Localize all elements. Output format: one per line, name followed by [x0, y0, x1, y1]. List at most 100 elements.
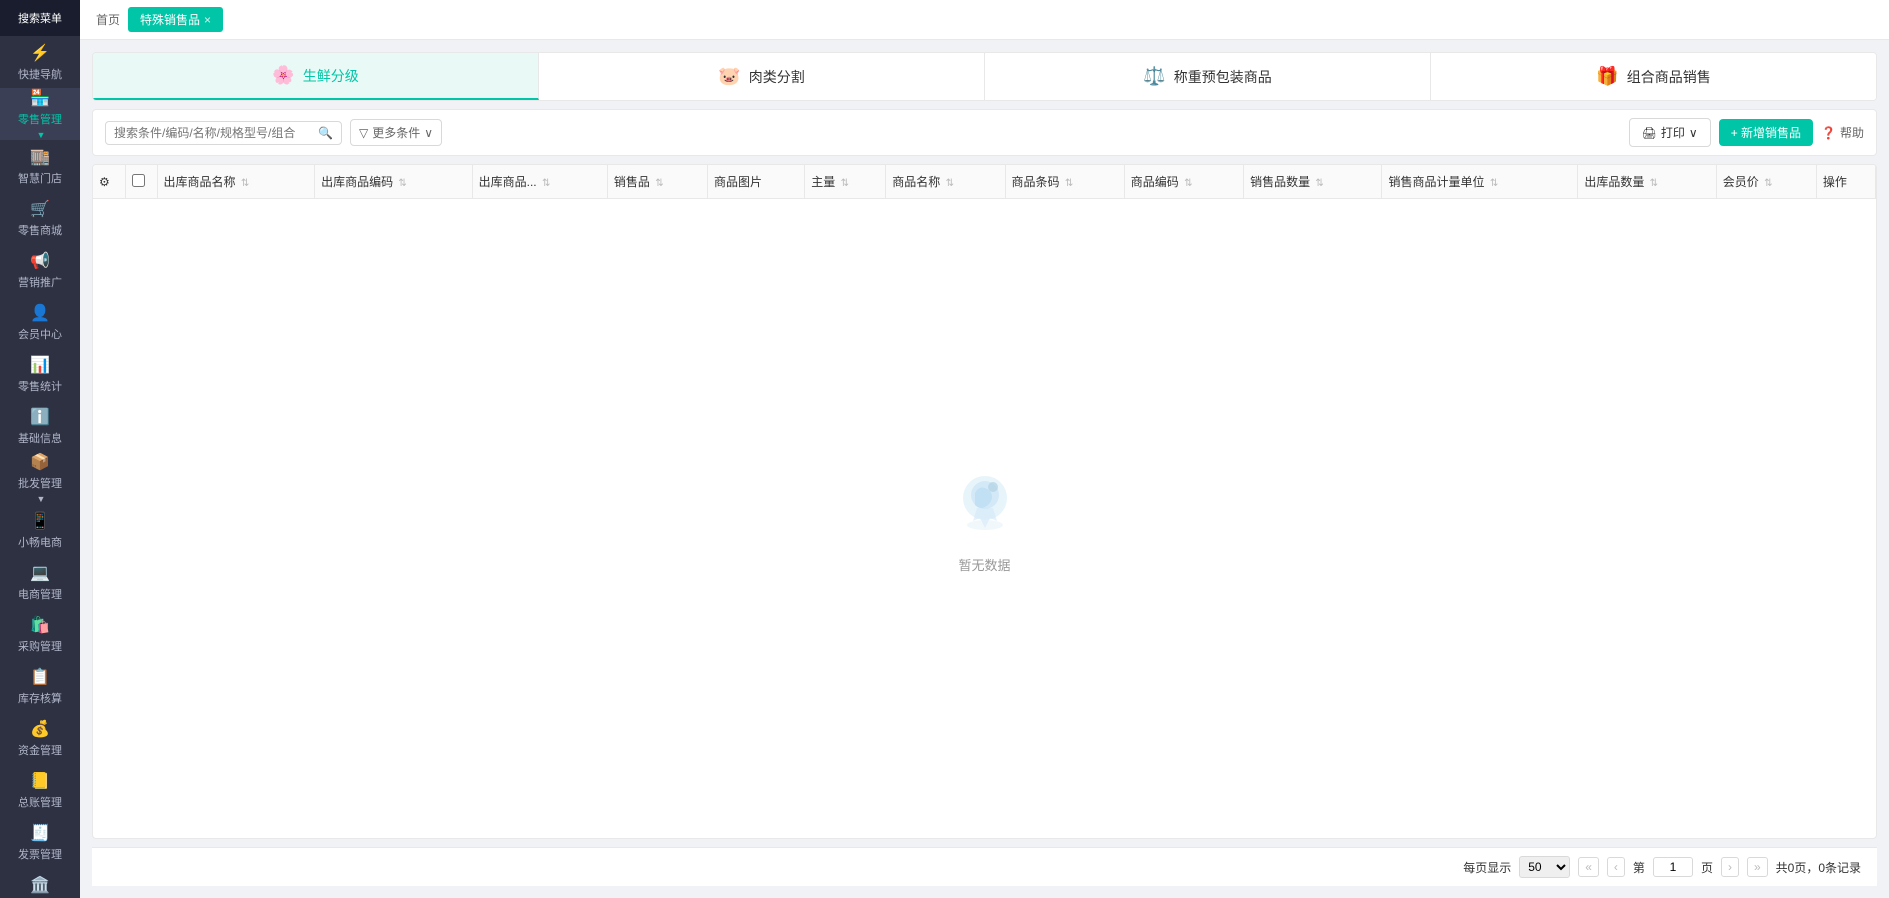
print-icon: 🖨 [1642, 126, 1657, 140]
last-page-icon: » [1754, 860, 1761, 874]
col-goods-image[interactable]: 商品图片 [707, 165, 804, 199]
tab-weigh-pack[interactable]: ⚖️ 称重预包装商品 [985, 53, 1431, 100]
sidebar-label-ecom-mgmt: 电商管理 [18, 586, 62, 602]
first-page-button[interactable]: « [1578, 857, 1599, 877]
page-label: 第 [1633, 859, 1645, 876]
active-tab[interactable]: 特殊销售品 × [128, 7, 223, 32]
sidebar-item-sales-promo[interactable]: 📢 营销推广 [0, 244, 80, 296]
search-icon[interactable]: 🔍 [318, 126, 333, 140]
toolbar-right: 🖨 打印 ∨ + 新增销售品 ❓ 帮助 [1629, 118, 1864, 147]
next-page-icon: › [1728, 860, 1732, 874]
sidebar-label-wholesale-mgmt: 批发管理 [18, 475, 62, 491]
sort-icon: ⇅ [1315, 178, 1323, 189]
sidebar-label-basic-info: 基础信息 [18, 430, 62, 446]
filter-icon: ▽ [359, 126, 368, 140]
col-out-goods-code[interactable]: 出库商品编码 ⇅ [315, 165, 473, 199]
col-main-weight[interactable]: 主量 ⇅ [805, 165, 886, 199]
weigh-pack-label: 称重预包装商品 [1174, 67, 1272, 87]
tab-meat-cut[interactable]: 🐷 肉类分割 [539, 53, 985, 100]
col-action: 操作 [1816, 165, 1875, 199]
col-settings[interactable]: ⚙ [93, 165, 125, 199]
col-out-goods-name[interactable]: 出库商品名称 ⇅ [157, 165, 315, 199]
sidebar-label-retail-stats: 零售统计 [18, 378, 62, 394]
next-page-button[interactable]: › [1721, 857, 1739, 877]
home-breadcrumb[interactable]: 首页 [96, 11, 120, 28]
sidebar-item-ecom-mgmt[interactable]: 💻 电商管理 [0, 556, 80, 608]
print-label: 打印 [1661, 124, 1685, 141]
prev-page-icon: ‹ [1614, 860, 1618, 874]
sidebar-item-retail-mall[interactable]: 🛒 零售商城 [0, 192, 80, 244]
fresh-grade-icon: 🌸 [272, 65, 294, 86]
sort-icon: ⇅ [841, 178, 849, 189]
fresh-grade-label: 生鲜分级 [303, 66, 359, 86]
sidebar-item-quick-nav[interactable]: ⚡ 快捷导航 [0, 36, 80, 88]
sidebar-item-invoice-mgmt[interactable]: 🧾 发票管理 [0, 816, 80, 868]
ecom-mgmt-icon: 💻 [30, 563, 50, 583]
page-input[interactable] [1653, 857, 1693, 877]
page-suffix: 页 [1701, 859, 1713, 876]
close-tab-icon[interactable]: × [204, 13, 211, 27]
last-page-button[interactable]: » [1747, 857, 1768, 877]
sidebar-label-fund-mgmt: 资金管理 [18, 742, 62, 758]
sort-icon: ⇅ [946, 178, 954, 189]
sidebar-item-fund-mgmt[interactable]: 💰 资金管理 [0, 712, 80, 764]
sort-icon: ⇅ [655, 178, 663, 189]
sidebar-logo[interactable]: 搜索菜单 [0, 0, 80, 36]
sidebar-item-general-ledger[interactable]: 📒 总账管理 [0, 764, 80, 816]
settings-icon: ⚙ [99, 175, 110, 189]
sidebar-item-mini-ecom[interactable]: 📱 小畅电商 [0, 504, 80, 556]
pagination: 每页显示 50 10 20 100 « ‹ 第 页 › » 共0页，0条记录 [92, 847, 1877, 886]
sidebar-label-purchase-mgmt: 采购管理 [18, 638, 62, 654]
help-button[interactable]: ❓ 帮助 [1821, 124, 1864, 141]
sidebar-item-wholesale-mgmt[interactable]: 📦 批发管理 ▼ [0, 452, 80, 504]
tab-fresh-grade[interactable]: 🌸 生鲜分级 [93, 53, 539, 100]
sidebar-item-retail-stats[interactable]: 📊 零售统计 [0, 348, 80, 400]
tax-mgmt-icon: 🏛️ [30, 875, 50, 895]
sidebar-item-basic-info[interactable]: ℹ️ 基础信息 [0, 400, 80, 452]
empty-illustration [945, 463, 1025, 543]
col-out-qty[interactable]: 出库品数量 ⇅ [1578, 165, 1716, 199]
tab-combo-goods[interactable]: 🎁 组合商品销售 [1431, 53, 1876, 100]
sidebar-label-retail-mgmt: 零售管理 [18, 111, 62, 127]
weigh-pack-icon: ⚖️ [1143, 66, 1165, 87]
topbar: 首页 特殊销售品 × [80, 0, 1889, 40]
sidebar-label-invoice-mgmt: 发票管理 [18, 846, 62, 862]
per-page-select[interactable]: 50 10 20 100 [1519, 856, 1570, 878]
purchase-mgmt-icon: 🛍️ [30, 615, 50, 635]
col-goods-code[interactable]: 商品编码 ⇅ [1124, 165, 1243, 199]
col-out-goods-extra[interactable]: 出库商品... ⇅ [472, 165, 607, 199]
new-label: + 新增销售品 [1731, 124, 1801, 141]
select-all-checkbox[interactable] [132, 174, 145, 187]
sort-icon: ⇅ [398, 178, 406, 189]
search-input[interactable] [114, 126, 314, 140]
search-box[interactable]: 🔍 [105, 121, 342, 145]
sort-icon: ⇅ [1764, 178, 1772, 189]
col-sales-qty[interactable]: 销售品数量 ⇅ [1244, 165, 1382, 199]
general-ledger-icon: 📒 [30, 771, 50, 791]
sidebar-item-purchase-mgmt[interactable]: 🛍️ 采购管理 [0, 608, 80, 660]
col-goods-name[interactable]: 商品名称 ⇅ [886, 165, 1005, 199]
sidebar-label-sales-promo: 营销推广 [18, 274, 62, 290]
sidebar-item-member-center[interactable]: 👤 会员中心 [0, 296, 80, 348]
col-goods-barcode[interactable]: 商品条码 ⇅ [1005, 165, 1124, 199]
sidebar-label-smart-store: 智慧门店 [18, 170, 62, 186]
filter-button[interactable]: ▽ 更多条件 ∨ [350, 119, 442, 146]
sidebar-item-smart-store[interactable]: 🏬 智慧门店 [0, 140, 80, 192]
member-center-icon: 👤 [30, 303, 50, 323]
col-checkbox[interactable] [125, 165, 157, 199]
sort-icon: ⇅ [542, 178, 550, 189]
print-button[interactable]: 🖨 打印 ∨ [1629, 118, 1711, 147]
sidebar-item-retail-mgmt[interactable]: 🏪 零售管理 ▼ [0, 88, 80, 140]
fund-mgmt-icon: 💰 [30, 719, 50, 739]
per-page-label: 每页显示 [1463, 859, 1511, 876]
col-sales-unit[interactable]: 销售商品计量单位 ⇅ [1382, 165, 1578, 199]
col-member-price[interactable]: 会员价 ⇅ [1716, 165, 1816, 199]
sidebar-item-tax-mgmt[interactable]: 🏛️ 税务管理 [0, 868, 80, 898]
col-sales-goods[interactable]: 销售品 ⇅ [607, 165, 707, 199]
sidebar-item-inventory[interactable]: 📋 库存核算 [0, 660, 80, 712]
prev-page-button[interactable]: ‹ [1607, 857, 1625, 877]
sort-icon: ⇅ [1065, 178, 1073, 189]
new-sales-button[interactable]: + 新增销售品 [1719, 119, 1813, 146]
data-table: ⚙ 出库商品名称 ⇅ 出库商品编码 ⇅ [93, 165, 1876, 199]
table-header: ⚙ 出库商品名称 ⇅ 出库商品编码 ⇅ [93, 165, 1876, 199]
